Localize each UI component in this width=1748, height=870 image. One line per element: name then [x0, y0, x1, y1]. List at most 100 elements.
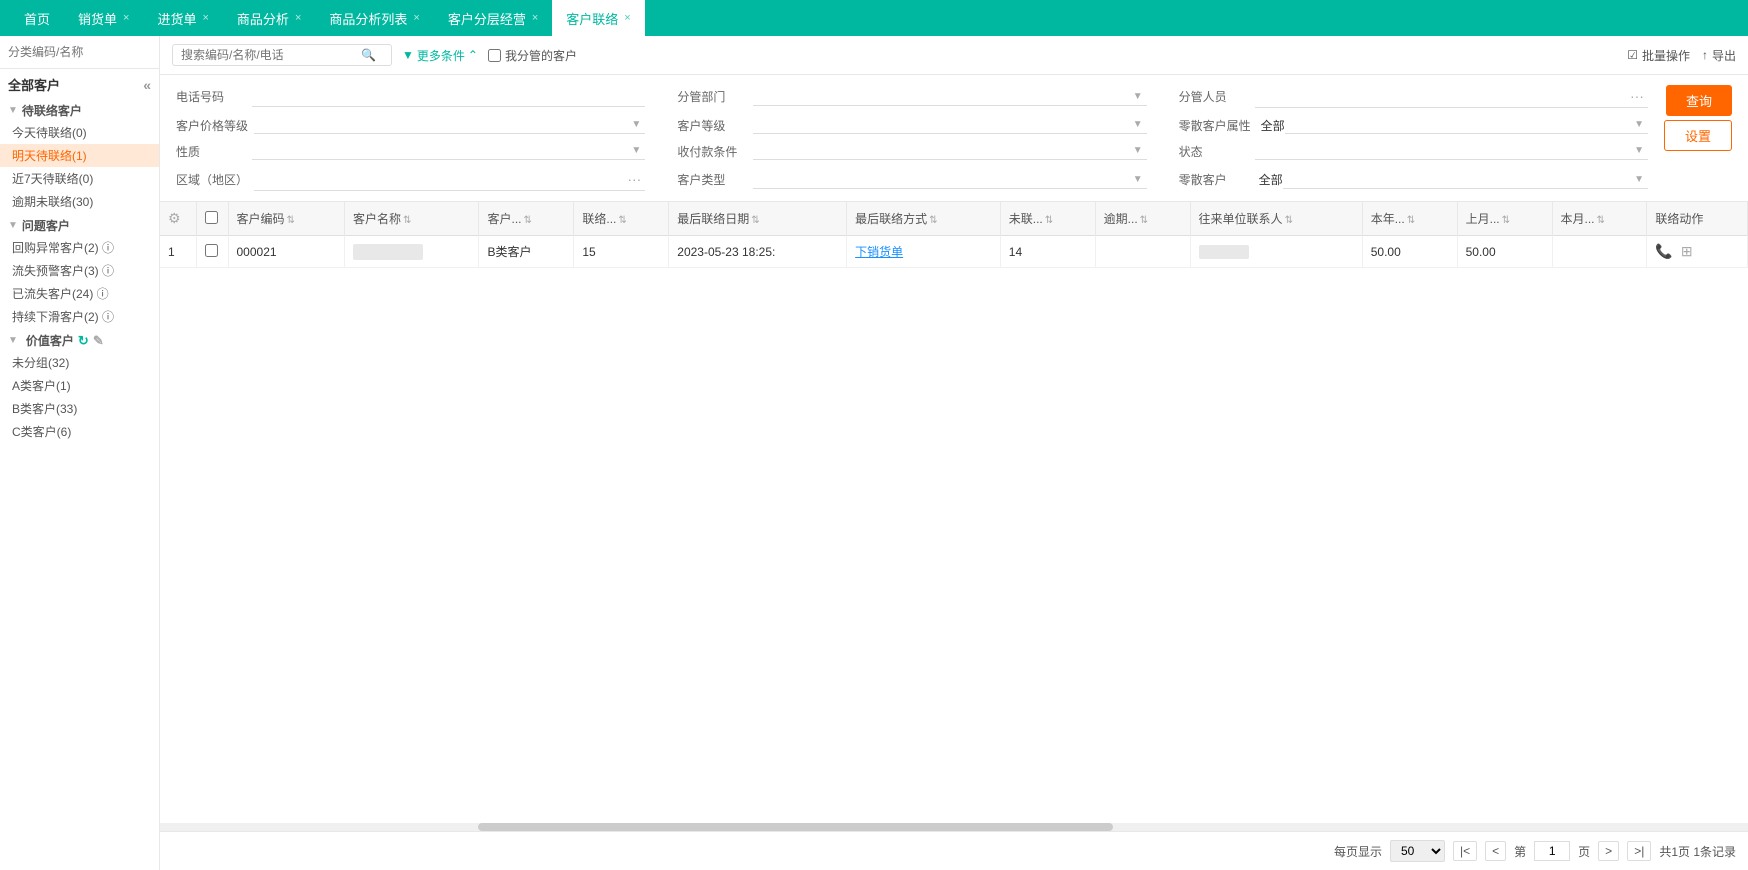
refresh-icon[interactable]: ↻ — [78, 333, 89, 349]
horizontal-scrollbar[interactable] — [160, 823, 1748, 831]
filter-select-customer-level[interactable]: ▼ — [753, 116, 1146, 134]
sidebar-item-class-b[interactable]: B类客户(33) — [0, 397, 159, 420]
query-button[interactable]: 查询 — [1666, 85, 1732, 116]
filter-label-customer-type: 客户类型 — [677, 171, 747, 188]
col-this-year: 本年...⇅ — [1362, 202, 1457, 236]
sidebar-search-wrap: 🔍 — [0, 36, 159, 69]
nav-home[interactable]: 首页 — [10, 0, 64, 36]
row-checkbox[interactable] — [205, 244, 218, 257]
cell-contact-count: 15 — [574, 236, 669, 268]
filter-select-retail-attr[interactable]: ▼ — [1285, 116, 1648, 134]
collapse-icon[interactable]: « — [143, 77, 151, 93]
contact-method-link[interactable]: 下销货单 — [855, 245, 903, 259]
retail-customer-value: 全部 — [1259, 171, 1283, 188]
close-icon[interactable]: × — [123, 12, 129, 24]
sidebar-item-class-a[interactable]: A类客户(1) — [0, 374, 159, 397]
filter-select-customer-type[interactable]: ▼ — [753, 171, 1146, 189]
phone-icon[interactable]: 📞 — [1655, 243, 1672, 260]
filter-select-price-level[interactable]: ▼ — [254, 116, 645, 134]
filter-cell-customer-level: 客户等级 ▼ — [677, 116, 1146, 134]
sort-icon: ⇅ — [1597, 215, 1605, 226]
close-icon[interactable]: × — [624, 12, 630, 24]
sort-icon: ⇅ — [1045, 215, 1053, 226]
filter-select-region[interactable]: ··· — [254, 168, 645, 191]
search-input[interactable] — [181, 48, 361, 62]
sidebar-item-tomorrow-pending[interactable]: 明天待联络(1) — [0, 144, 159, 167]
nav-customer-segmentation[interactable]: 客户分层经营 × — [434, 0, 552, 36]
select-all-checkbox[interactable] — [205, 211, 218, 224]
filter-select-nature[interactable]: ▼ — [252, 142, 645, 160]
filter-select-manager[interactable]: ··· — [1255, 85, 1648, 108]
sort-icon: ⇅ — [1285, 215, 1293, 226]
page-number-input[interactable] — [1534, 841, 1570, 861]
ellipsis-icon[interactable]: ··· — [1630, 88, 1644, 104]
sidebar-item-overdue-pending[interactable]: 逾期未联络(30) — [0, 190, 159, 213]
chevron-down-icon: ▼ — [1133, 174, 1143, 185]
cell-last-contact-date: 2023-05-23 18:25: — [669, 236, 847, 268]
chevron-down-icon: ▼ — [1634, 145, 1644, 156]
nav-product-analysis-list[interactable]: 商品分析列表 × — [315, 0, 433, 36]
nav-product-analysis[interactable]: 商品分析 × — [223, 0, 315, 36]
filter-panel: 电话号码 分管部门 ▼ 分管人员 — [160, 75, 1748, 202]
nav-customer-contact[interactable]: 客户联络 × — [552, 0, 644, 36]
cell-customer-name — [345, 236, 479, 268]
total-records-label: 共1页 1条记录 — [1659, 843, 1736, 860]
filter-cell-region: 区域（地区） ··· — [176, 168, 645, 191]
col-last-month: 上月...⇅ — [1457, 202, 1552, 236]
more-filter-button[interactable]: ▼ 更多条件 ⌃ — [402, 47, 478, 64]
cell-contact-person — [1190, 236, 1362, 268]
sidebar-item-declining[interactable]: 持续下滑客户(2) ⓘ — [0, 305, 159, 328]
cell-index: 1 — [160, 236, 196, 268]
batch-ops-button[interactable]: ☑ 批量操作 — [1627, 47, 1690, 64]
close-icon[interactable]: × — [532, 12, 538, 24]
sidebar-item-churned[interactable]: 已流失客户(24) ⓘ — [0, 282, 159, 305]
sidebar-search-input[interactable] — [8, 45, 160, 59]
scrollbar-thumb[interactable] — [478, 823, 1113, 831]
filter-cell-retail-customer: 零散客户 全部 ▼ — [1179, 171, 1648, 189]
filter-label-nature: 性质 — [176, 143, 246, 160]
filter-label-manager: 分管人员 — [1179, 88, 1249, 105]
my-customers-checkbox[interactable] — [488, 49, 501, 62]
close-icon[interactable]: × — [295, 12, 301, 24]
contact-person-masked — [1199, 245, 1249, 259]
gear-icon[interactable]: ⚙ — [168, 210, 181, 226]
last-page-button[interactable]: >| — [1627, 841, 1651, 861]
sidebar-item-today-pending[interactable]: 今天待联络(0) — [0, 121, 159, 144]
col-uncontacted: 未联...⇅ — [1000, 202, 1095, 236]
grid-icon[interactable]: ⊞ — [1681, 243, 1693, 260]
cell-customer-type: B类客户 — [479, 236, 574, 268]
next-page-button[interactable]: > — [1598, 841, 1619, 861]
sidebar-item-ungrouped[interactable]: 未分组(32) — [0, 351, 159, 374]
filter-select-dept[interactable]: ▼ — [753, 88, 1146, 106]
set-button[interactable]: 设置 — [1664, 120, 1732, 151]
sort-icon: ⇅ — [1502, 215, 1510, 226]
export-button[interactable]: ↑ 导出 — [1702, 47, 1736, 64]
filter-select-payment[interactable]: ▼ — [753, 142, 1146, 160]
filter-input-phone[interactable] — [252, 86, 645, 107]
my-customers-checkbox-label[interactable]: 我分管的客户 — [488, 47, 577, 64]
filter-cell-payment: 收付款条件 ▼ — [677, 142, 1146, 160]
chevron-down-icon: ▼ — [631, 145, 641, 156]
filter-select-retail-customer[interactable]: ▼ — [1283, 171, 1648, 189]
per-page-select[interactable]: 50 100 200 — [1390, 840, 1445, 862]
close-icon[interactable]: × — [202, 12, 208, 24]
sidebar-item-7day-pending[interactable]: 近7天待联络(0) — [0, 167, 159, 190]
nav-purchase-order[interactable]: 进货单 × — [143, 0, 222, 36]
sort-icon: ⇅ — [1140, 215, 1148, 226]
search-icon[interactable]: 🔍 — [361, 48, 376, 62]
cell-last-contact-method: 下销货单 — [847, 236, 1001, 268]
close-icon[interactable]: × — [413, 12, 419, 24]
first-page-button[interactable]: |< — [1453, 841, 1477, 861]
filter-select-status[interactable]: ▼ — [1255, 142, 1648, 160]
sidebar-item-churn-warning[interactable]: 流失预警客户(3) ⓘ — [0, 259, 159, 282]
filter-label-phone: 电话号码 — [176, 88, 246, 105]
col-this-month: 本月...⇅ — [1552, 202, 1647, 236]
sidebar-item-class-c[interactable]: C类客户(6) — [0, 420, 159, 443]
prev-page-button[interactable]: < — [1485, 841, 1506, 861]
data-table-area: ⚙ 客户编码⇅ 客户名称⇅ 客户...⇅ 联络...⇅ 最后联络日期⇅ 最后联络… — [160, 202, 1748, 823]
ellipsis-icon[interactable]: ··· — [627, 171, 641, 187]
all-customers-title: 全部客户 « — [0, 69, 159, 98]
edit-icon[interactable]: ✎ — [93, 333, 104, 349]
sidebar-item-repurchase-abnormal[interactable]: 回购异常客户(2) ⓘ — [0, 236, 159, 259]
nav-sales-order[interactable]: 销货单 × — [64, 0, 143, 36]
